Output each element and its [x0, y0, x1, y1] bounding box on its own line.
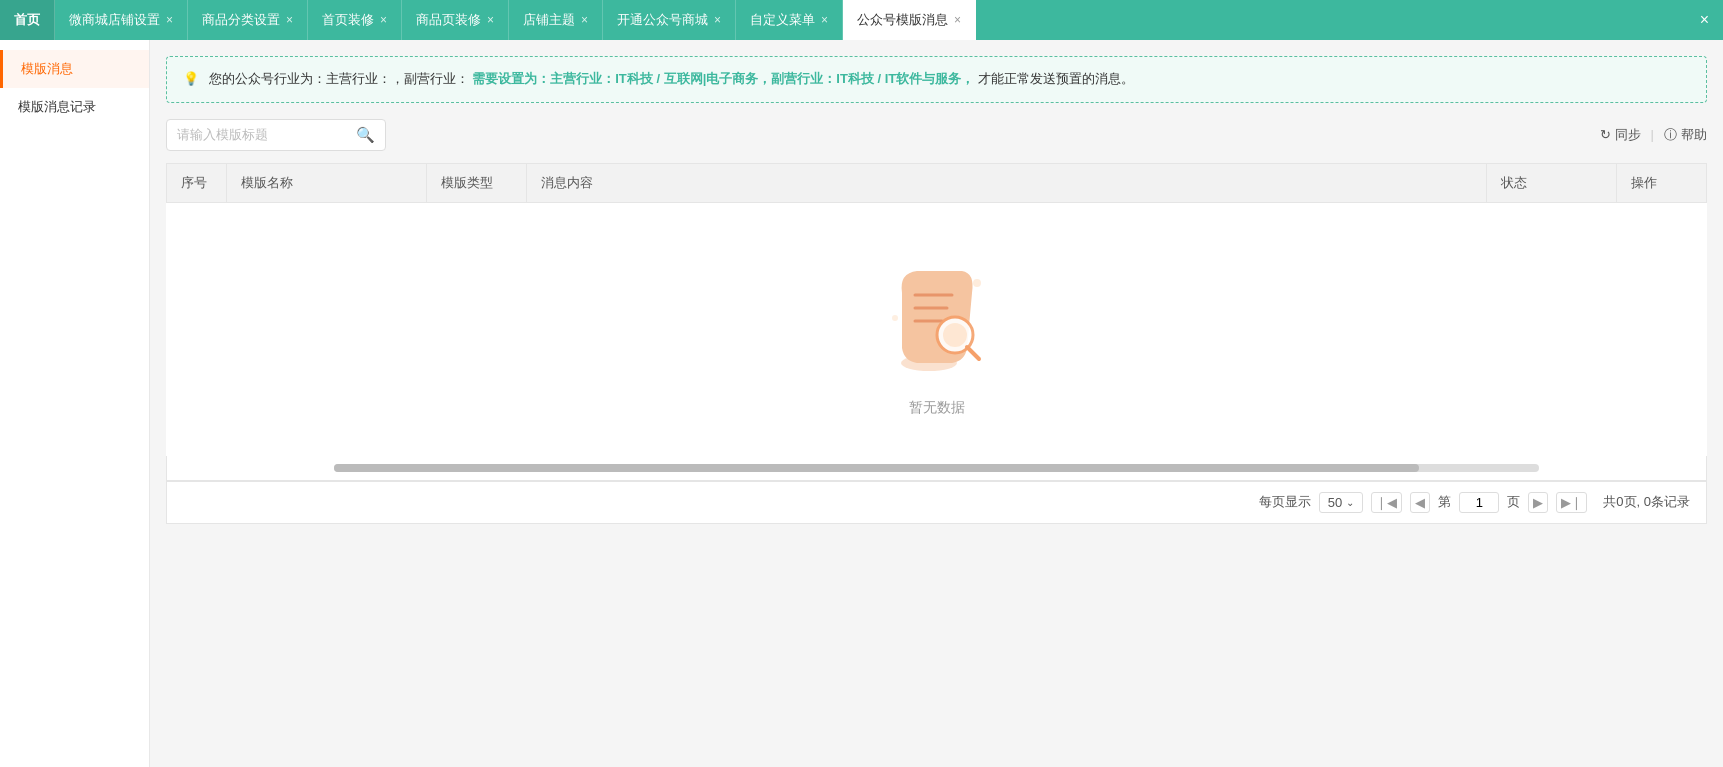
col-header-action: 操作: [1617, 163, 1707, 202]
nav-tab-2[interactable]: 商品分类设置 ×: [188, 0, 308, 40]
nav-tab-close-6[interactable]: ×: [714, 13, 721, 27]
nav-tab-label-2: 商品分类设置: [202, 11, 280, 29]
empty-state: 暂无数据: [167, 203, 1707, 457]
info-prefix: 您的公众号行业为：主营行业：，副营行业：: [209, 71, 469, 86]
col-header-content: 消息内容: [527, 163, 1487, 202]
table-header: 序号 模版名称 模版类型 消息内容 状态 操作: [167, 163, 1707, 202]
col-header-type: 模版类型: [427, 163, 527, 202]
sidebar-item-label-0: 模版消息: [21, 61, 73, 76]
nav-tab-close-5[interactable]: ×: [581, 13, 588, 27]
nav-tab-3[interactable]: 首页装修 ×: [308, 0, 402, 40]
info-highlight: 需要设置为：主营行业：IT科技 / 互联网|电子商务，副营行业：IT科技 / I…: [472, 71, 974, 86]
nav-tab-label-1: 微商城店铺设置: [69, 11, 160, 29]
sidebar-item-template-msg[interactable]: 模版消息: [0, 50, 149, 88]
scrollbar-thumb: [334, 464, 1419, 472]
sidebar-item-template-record[interactable]: 模版消息记录: [0, 88, 149, 126]
page-size-label: 每页显示: [1259, 493, 1311, 511]
col-header-status: 状态: [1487, 163, 1617, 202]
nav-tab-home[interactable]: 首页: [0, 0, 55, 40]
nav-tab-5[interactable]: 店铺主题 ×: [509, 0, 603, 40]
svg-point-8: [892, 315, 898, 321]
close-all-button[interactable]: ×: [1686, 11, 1723, 29]
sync-icon: ↻: [1600, 127, 1611, 142]
data-table: 序号 模版名称 模版类型 消息内容 状态 操作: [166, 163, 1707, 457]
search-icon[interactable]: 🔍: [356, 126, 375, 144]
chevron-down-icon: ⌄: [1346, 497, 1354, 508]
toolbar-divider: |: [1651, 127, 1654, 142]
nav-tab-close-3[interactable]: ×: [380, 13, 387, 27]
nav-tab-label-7: 自定义菜单: [750, 11, 815, 29]
page-size-select[interactable]: 50 ⌄: [1319, 492, 1363, 513]
sync-label: 同步: [1615, 126, 1641, 144]
info-suffix: 才能正常发送预置的消息。: [978, 71, 1134, 86]
nav-tab-label-8: 公众号模版消息: [857, 11, 948, 29]
page-size-value: 50: [1328, 495, 1342, 510]
search-input-wrapper[interactable]: 🔍: [166, 119, 386, 151]
search-input[interactable]: [177, 127, 356, 142]
nav-tab-label-5: 店铺主题: [523, 11, 575, 29]
nav-tab-home-label: 首页: [14, 11, 40, 29]
nav-tab-6[interactable]: 开通公众号商城 ×: [603, 0, 736, 40]
sidebar-item-label-1: 模版消息记录: [18, 99, 96, 114]
nav-tab-close-2[interactable]: ×: [286, 13, 293, 27]
nav-tab-1[interactable]: 微商城店铺设置 ×: [55, 0, 188, 40]
svg-line-6: [967, 347, 979, 359]
pagination-bar: 每页显示 50 ⌄ ❘◀ ◀ 第 页 ▶ ▶❘ 共0页, 0条记录: [166, 481, 1707, 524]
nav-tab-label-6: 开通公众号商城: [617, 11, 708, 29]
nav-tab-close-7[interactable]: ×: [821, 13, 828, 27]
col-header-index: 序号: [167, 163, 227, 202]
svg-point-5: [943, 323, 967, 347]
help-icon: ⓘ: [1664, 126, 1677, 144]
nav-tab-label-4: 商品页装修: [416, 11, 481, 29]
nav-tab-label-3: 首页装修: [322, 11, 374, 29]
page-next-button[interactable]: ▶: [1528, 492, 1548, 513]
page-label-suffix: 页: [1507, 493, 1520, 511]
nav-tab-close-4[interactable]: ×: [487, 13, 494, 27]
info-banner: 💡 您的公众号行业为：主营行业：，副营行业： 需要设置为：主营行业：IT科技 /…: [166, 56, 1707, 103]
total-info: 共0页, 0条记录: [1603, 493, 1690, 511]
top-nav: 首页 微商城店铺设置 × 商品分类设置 × 首页装修 × 商品页装修 × 店铺主…: [0, 0, 1723, 40]
empty-illustration: [877, 263, 997, 383]
help-button[interactable]: ⓘ 帮助: [1664, 126, 1707, 144]
nav-tab-4[interactable]: 商品页装修 ×: [402, 0, 509, 40]
scrollbar-area: [166, 456, 1707, 481]
nav-tab-7[interactable]: 自定义菜单 ×: [736, 0, 843, 40]
col-header-name: 模版名称: [227, 163, 427, 202]
empty-text: 暂无数据: [909, 399, 965, 417]
app-layout: 模版消息 模版消息记录 💡 您的公众号行业为：主营行业：，副营行业： 需要设置为…: [0, 40, 1723, 767]
main-content: 💡 您的公众号行业为：主营行业：，副营行业： 需要设置为：主营行业：IT科技 /…: [150, 40, 1723, 767]
page-label-prefix: 第: [1438, 493, 1451, 511]
nav-tab-8[interactable]: 公众号模版消息 ×: [843, 0, 976, 40]
page-prev-button[interactable]: ◀: [1410, 492, 1430, 513]
help-label: 帮助: [1681, 126, 1707, 144]
search-bar: 🔍 ↻ 同步 | ⓘ 帮助: [166, 119, 1707, 151]
nav-tab-close-1[interactable]: ×: [166, 13, 173, 27]
svg-point-7: [973, 279, 981, 287]
nav-tab-close-8[interactable]: ×: [954, 13, 961, 27]
page-last-button[interactable]: ▶❘: [1556, 492, 1587, 513]
page-first-button[interactable]: ❘◀: [1371, 492, 1402, 513]
sidebar: 模版消息 模版消息记录: [0, 40, 150, 767]
page-number-input[interactable]: [1459, 492, 1499, 513]
fake-scrollbar[interactable]: [334, 464, 1540, 472]
lightbulb-icon: 💡: [183, 71, 199, 86]
toolbar-right: ↻ 同步 | ⓘ 帮助: [1600, 126, 1707, 144]
sync-button[interactable]: ↻ 同步: [1600, 126, 1641, 144]
